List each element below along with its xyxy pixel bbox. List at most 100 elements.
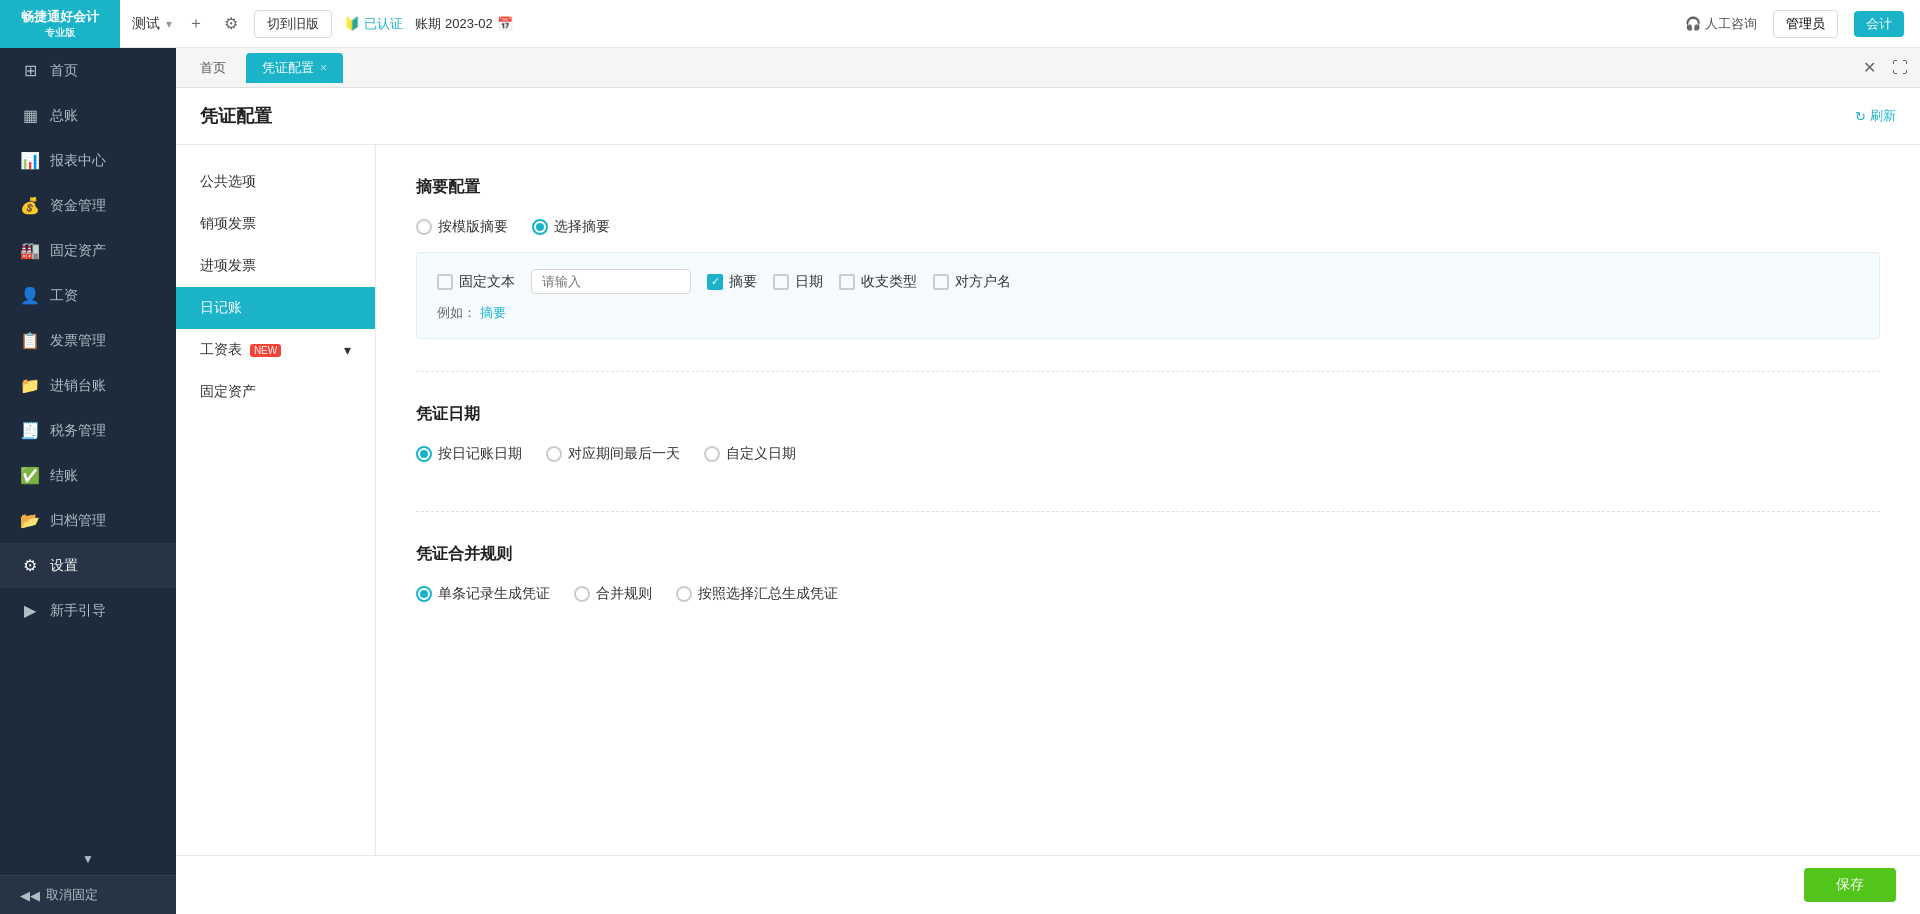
checkbox-summary[interactable]: 摘要 (707, 273, 757, 291)
sidebar-item-home[interactable]: ⊞ 首页 (0, 48, 176, 93)
funds-icon: 💰 (20, 196, 40, 215)
radio-label: 合并规则 (596, 585, 652, 603)
settings-icon[interactable]: ⚙ (220, 10, 242, 37)
left-nav-sales-invoice[interactable]: 销项发票 (176, 203, 375, 245)
checkbox-counterpart[interactable]: 对方户名 (933, 273, 1011, 291)
checkbox-box (839, 274, 855, 290)
sidebar-item-label: 归档管理 (50, 512, 106, 530)
company-name: 测试 (132, 15, 160, 33)
radio-merge-rule[interactable]: 合并规则 (574, 585, 652, 603)
radio-template-summary[interactable]: 按模版摘要 (416, 218, 508, 236)
unpin-btn[interactable]: ◀◀ 取消固定 (0, 875, 176, 914)
guide-icon: ▶ (20, 601, 40, 620)
save-btn[interactable]: 保存 (1804, 868, 1896, 902)
sidebar: ⊞ 首页 ▦ 总账 📊 报表中心 💰 资金管理 🏭 固定资产 👤 工资 📋 发票… (0, 48, 176, 914)
refresh-btn[interactable]: ↻ 刷新 (1855, 107, 1896, 125)
settings-icon: ⚙ (20, 556, 40, 575)
checkbox-label: 摘要 (729, 273, 757, 291)
close-icon[interactable]: × (320, 61, 327, 75)
preview-label: 例如： (437, 305, 476, 320)
left-nav: 公共选项 销项发票 进项发票 日记账 工资表 NEW ▾ (176, 145, 376, 855)
sidebar-item-assets[interactable]: 🏭 固定资产 (0, 228, 176, 273)
admin-btn[interactable]: 管理员 (1773, 10, 1838, 38)
sidebar-item-sales[interactable]: 📁 进销台账 (0, 363, 176, 408)
checkbox-pay-type[interactable]: 收支类型 (839, 273, 917, 291)
calendar-icon: 📅 (497, 16, 513, 31)
checkout-icon: ✅ (20, 466, 40, 485)
left-nav-fixed-assets[interactable]: 固定资产 (176, 371, 375, 413)
unpin-icon: ◀◀ (20, 888, 40, 903)
radio-circle (676, 586, 692, 602)
left-nav-public[interactable]: 公共选项 (176, 161, 375, 203)
new-badge: NEW (250, 344, 281, 357)
tab-home-label: 首页 (200, 59, 226, 77)
consult-btn[interactable]: 🎧 人工咨询 (1685, 15, 1757, 33)
switch-old-btn[interactable]: 切到旧版 (254, 10, 332, 38)
checkbox-label: 对方户名 (955, 273, 1011, 291)
sidebar-item-label: 新手引导 (50, 602, 106, 620)
checkbox-label: 日期 (795, 273, 823, 291)
left-nav-payroll[interactable]: 工资表 NEW ▾ (176, 329, 375, 371)
period-display: 账期 2023-02 📅 (415, 15, 513, 33)
checkbox-box (933, 274, 949, 290)
fixed-text-input[interactable] (531, 269, 691, 294)
radio-circle (416, 219, 432, 235)
expand-btn[interactable]: ⛶ (1888, 55, 1912, 81)
preview-text: 例如： 摘要 (437, 304, 1859, 322)
tab-home[interactable]: 首页 (184, 53, 242, 83)
tax-icon: 🧾 (20, 421, 40, 440)
tabs-actions: ✕ ⛶ (1859, 54, 1912, 81)
merge-rules-radio-group: 单条记录生成凭证 合并规则 按照选择汇总生成凭证 (416, 585, 1880, 603)
refresh-icon: ↻ (1855, 109, 1866, 124)
radio-diary-date[interactable]: 按日记账日期 (416, 445, 522, 463)
sidebar-item-label: 设置 (50, 557, 78, 575)
company-selector[interactable]: 测试 ▾ (132, 15, 172, 33)
logo-sub: 专业版 (45, 26, 75, 40)
voucher-date-radio-group: 按日记账日期 对应期间最后一天 自定义日期 (416, 445, 1880, 463)
role-btn[interactable]: 会计 (1854, 11, 1904, 37)
sidebar-item-funds[interactable]: 💰 资金管理 (0, 183, 176, 228)
sidebar-item-salary[interactable]: 👤 工资 (0, 273, 176, 318)
left-nav-diary[interactable]: 日记账 (176, 287, 375, 329)
tab-voucher-config[interactable]: 凭证配置 × (246, 53, 343, 83)
sidebar-item-settings[interactable]: ⚙ 设置 (0, 543, 176, 588)
add-button[interactable]: ＋ (184, 9, 208, 38)
inner-layout: 公共选项 销项发票 进项发票 日记账 工资表 NEW ▾ (176, 145, 1920, 855)
sidebar-item-tax[interactable]: 🧾 税务管理 (0, 408, 176, 453)
radio-custom-date[interactable]: 自定义日期 (704, 445, 796, 463)
sidebar-item-guide[interactable]: ▶ 新手引导 (0, 588, 176, 633)
radio-label: 按模版摘要 (438, 218, 508, 236)
tabs-bar: 首页 凭证配置 × ✕ ⛶ (176, 48, 1920, 88)
sidebar-item-label: 发票管理 (50, 332, 106, 350)
sidebar-item-checkout[interactable]: ✅ 结账 (0, 453, 176, 498)
left-nav-label: 销项发票 (200, 215, 256, 231)
save-bar: 保存 (176, 855, 1920, 914)
radio-summarize[interactable]: 按照选择汇总生成凭证 (676, 585, 838, 603)
reports-icon: 📊 (20, 151, 40, 170)
sidebar-item-ledger[interactable]: ▦ 总账 (0, 93, 176, 138)
radio-period-last-day[interactable]: 对应期间最后一天 (546, 445, 680, 463)
left-nav-purchase-invoice[interactable]: 进项发票 (176, 245, 375, 287)
sidebar-item-label: 固定资产 (50, 242, 106, 260)
unpin-label: 取消固定 (46, 886, 98, 904)
radio-select-summary[interactable]: 选择摘要 (532, 218, 610, 236)
radio-circle-checked (532, 219, 548, 235)
radio-label: 选择摘要 (554, 218, 610, 236)
sidebar-item-archive[interactable]: 📂 归档管理 (0, 498, 176, 543)
checkbox-label: 固定文本 (459, 273, 515, 291)
radio-circle (546, 446, 562, 462)
page-header: 凭证配置 ↻ 刷新 (176, 88, 1920, 145)
radio-circle (574, 586, 590, 602)
checkbox-fixed-text[interactable]: 固定文本 (437, 273, 515, 291)
summary-options-panel: 固定文本 摘要 日期 (416, 252, 1880, 339)
period-label: 账期 (415, 15, 441, 33)
radio-label: 单条记录生成凭证 (438, 585, 550, 603)
radio-single-record[interactable]: 单条记录生成凭证 (416, 585, 550, 603)
close-panel-btn[interactable]: ✕ (1859, 54, 1880, 81)
sidebar-item-label: 资金管理 (50, 197, 106, 215)
sidebar-item-invoice[interactable]: 📋 发票管理 (0, 318, 176, 363)
scroll-down-btn[interactable]: ▼ (0, 844, 176, 874)
sidebar-item-reports[interactable]: 📊 报表中心 (0, 138, 176, 183)
sidebar-item-label: 结账 (50, 467, 78, 485)
checkbox-date[interactable]: 日期 (773, 273, 823, 291)
